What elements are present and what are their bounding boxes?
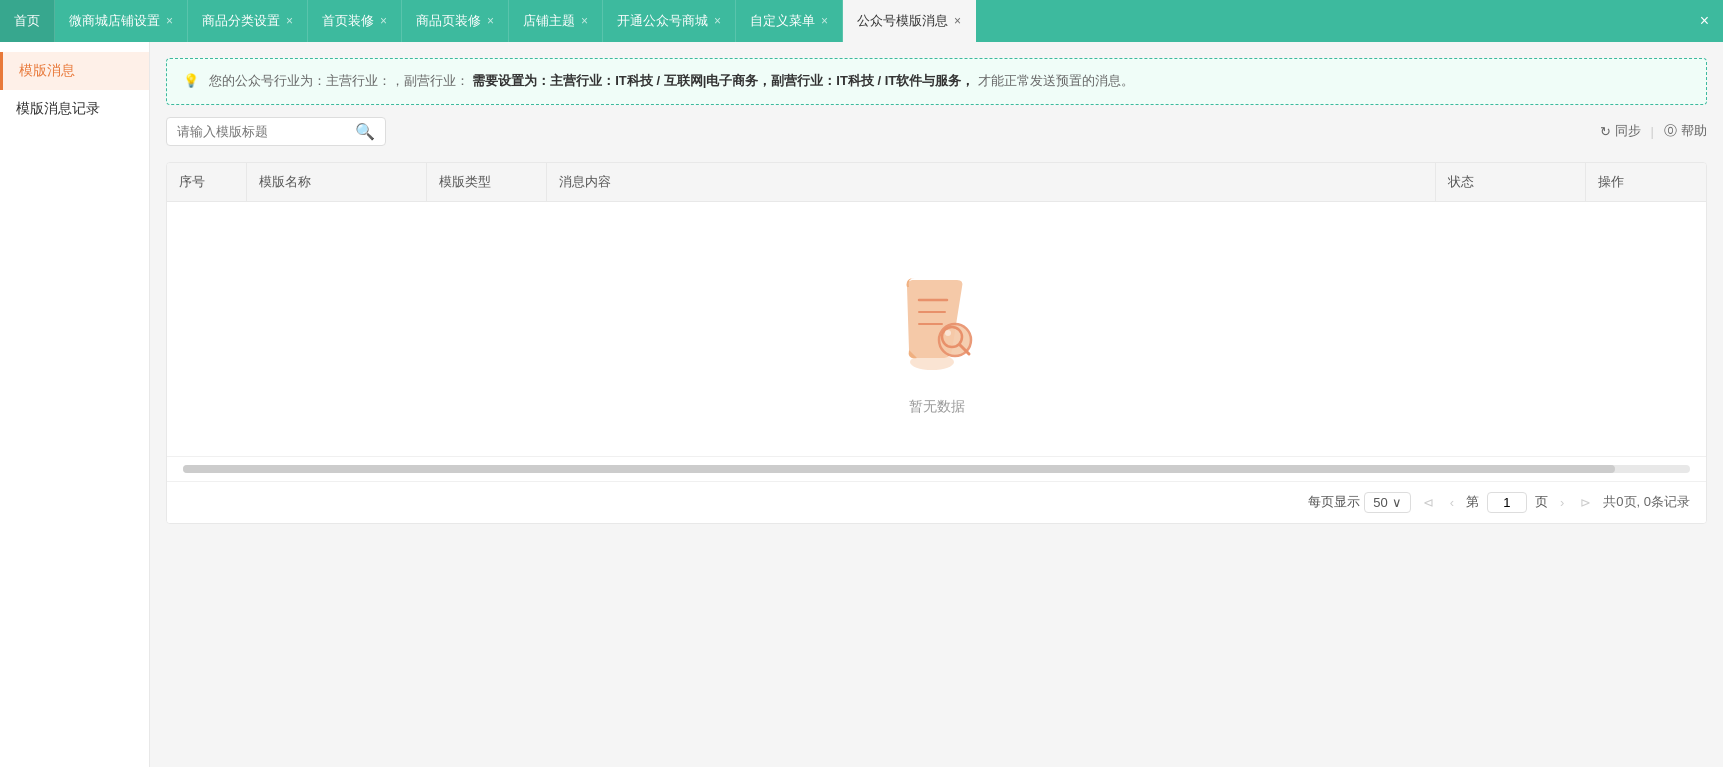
- tab-shop-theme-label: 店铺主题: [523, 12, 575, 30]
- toolbar-divider: |: [1651, 124, 1654, 139]
- th-name: 模版名称: [247, 163, 427, 201]
- svg-point-7: [945, 330, 951, 336]
- pagination: 每页显示 50 ∨ ⊲ ‹ 第 页 › ⊳ 共0页, 0条记录: [167, 481, 1706, 523]
- page-label-pre: 第: [1466, 493, 1479, 511]
- notice-box: 💡 您的公众号行业为：主营行业：，副营行业： 需要设置为：主营行业：IT科技 /…: [166, 58, 1707, 105]
- tab-template-msg-close[interactable]: ×: [954, 14, 961, 28]
- tab-open-mall[interactable]: 开通公众号商城 ×: [603, 0, 736, 42]
- content-area: 💡 您的公众号行业为：主营行业：，副营行业： 需要设置为：主营行业：IT科技 /…: [150, 42, 1723, 767]
- notice-highlight: 需要设置为：主营行业：IT科技 / 互联网|电子商务，副营行业：IT科技 / I…: [472, 73, 974, 88]
- sync-label: 同步: [1615, 122, 1641, 140]
- tab-shop-theme-close[interactable]: ×: [581, 14, 588, 28]
- search-input[interactable]: [177, 124, 355, 139]
- th-content: 消息内容: [547, 163, 1436, 201]
- th-type: 模版类型: [427, 163, 547, 201]
- th-action: 操作: [1586, 163, 1706, 201]
- tab-category[interactable]: 商品分类设置 ×: [188, 0, 308, 42]
- toolbar: 🔍 ↻ 同步 | ⓪ 帮助: [166, 117, 1707, 146]
- prev-page-button[interactable]: ‹: [1446, 493, 1458, 512]
- page-size-label: 每页显示: [1308, 493, 1360, 511]
- th-seq: 序号: [167, 163, 247, 201]
- page-number-input[interactable]: [1487, 492, 1527, 513]
- tab-product-decor-close[interactable]: ×: [487, 14, 494, 28]
- page-size-value: 50: [1373, 495, 1387, 510]
- table-header: 序号 模版名称 模版类型 消息内容 状态 操作: [167, 163, 1706, 202]
- sidebar-item-template-log[interactable]: 模版消息记录: [0, 90, 149, 128]
- help-icon: ⓪: [1664, 122, 1677, 140]
- tab-category-label: 商品分类设置: [202, 12, 280, 30]
- nav-close-all-button[interactable]: ×: [1686, 12, 1723, 30]
- tab-template-msg-label: 公众号模版消息: [857, 12, 948, 30]
- help-label: 帮助: [1681, 122, 1707, 140]
- tab-template-msg[interactable]: 公众号模版消息 ×: [843, 0, 976, 42]
- sidebar: 模版消息 模版消息记录: [0, 42, 150, 767]
- tab-open-mall-label: 开通公众号商城: [617, 12, 708, 30]
- tab-weshop[interactable]: 微商城店铺设置 ×: [55, 0, 188, 42]
- tab-homepage-decor[interactable]: 首页装修 ×: [308, 0, 402, 42]
- notice-suffix: 才能正常发送预置的消息。: [978, 73, 1134, 88]
- tab-homepage-decor-label: 首页装修: [322, 12, 374, 30]
- search-icon[interactable]: 🔍: [355, 122, 375, 141]
- page-size-dropdown[interactable]: 50 ∨: [1364, 492, 1410, 513]
- tab-custom-menu-close[interactable]: ×: [821, 14, 828, 28]
- data-table: 序号 模版名称 模版类型 消息内容 状态 操作: [166, 162, 1707, 524]
- th-status: 状态: [1436, 163, 1586, 201]
- tab-shop-theme[interactable]: 店铺主题 ×: [509, 0, 603, 42]
- empty-text: 暂无数据: [909, 398, 965, 416]
- first-page-button[interactable]: ⊲: [1419, 493, 1438, 512]
- notice-icon: 💡: [183, 73, 199, 88]
- tab-home-label: 首页: [14, 12, 40, 30]
- sync-icon: ↻: [1600, 124, 1611, 139]
- sidebar-item-template-message[interactable]: 模版消息: [0, 52, 149, 90]
- help-button[interactable]: ⓪ 帮助: [1664, 122, 1707, 140]
- toolbar-right: ↻ 同步 | ⓪ 帮助: [1600, 122, 1707, 140]
- tab-product-decor[interactable]: 商品页装修 ×: [402, 0, 509, 42]
- page-size-select: 每页显示 50 ∨: [1308, 492, 1410, 513]
- chevron-down-icon: ∨: [1392, 495, 1402, 510]
- page-summary: 共0页, 0条记录: [1603, 493, 1690, 511]
- tab-product-decor-label: 商品页装修: [416, 12, 481, 30]
- page-label-post: 页: [1535, 493, 1548, 511]
- next-page-button[interactable]: ›: [1556, 493, 1568, 512]
- sync-button[interactable]: ↻ 同步: [1600, 122, 1641, 140]
- search-box: 🔍: [166, 117, 386, 146]
- empty-illustration: [877, 262, 997, 382]
- empty-state: 暂无数据: [167, 202, 1706, 456]
- tab-category-close[interactable]: ×: [286, 14, 293, 28]
- horizontal-scrollbar[interactable]: [183, 465, 1690, 473]
- tab-open-mall-close[interactable]: ×: [714, 14, 721, 28]
- tab-weshop-close[interactable]: ×: [166, 14, 173, 28]
- tab-homepage-decor-close[interactable]: ×: [380, 14, 387, 28]
- notice-prefix: 您的公众号行业为：主营行业：，副营行业：: [209, 73, 469, 88]
- scrollbar-thumb[interactable]: [183, 465, 1615, 473]
- tab-weshop-label: 微商城店铺设置: [69, 12, 160, 30]
- tab-custom-menu-label: 自定义菜单: [750, 12, 815, 30]
- top-nav: 首页 微商城店铺设置 × 商品分类设置 × 首页装修 × 商品页装修 × 店铺主…: [0, 0, 1723, 42]
- last-page-button[interactable]: ⊳: [1576, 493, 1595, 512]
- main-layout: 模版消息 模版消息记录 💡 您的公众号行业为：主营行业：，副营行业： 需要设置为…: [0, 42, 1723, 767]
- tab-home[interactable]: 首页: [0, 0, 55, 42]
- horizontal-scrollbar-area: [167, 456, 1706, 481]
- tab-custom-menu[interactable]: 自定义菜单 ×: [736, 0, 843, 42]
